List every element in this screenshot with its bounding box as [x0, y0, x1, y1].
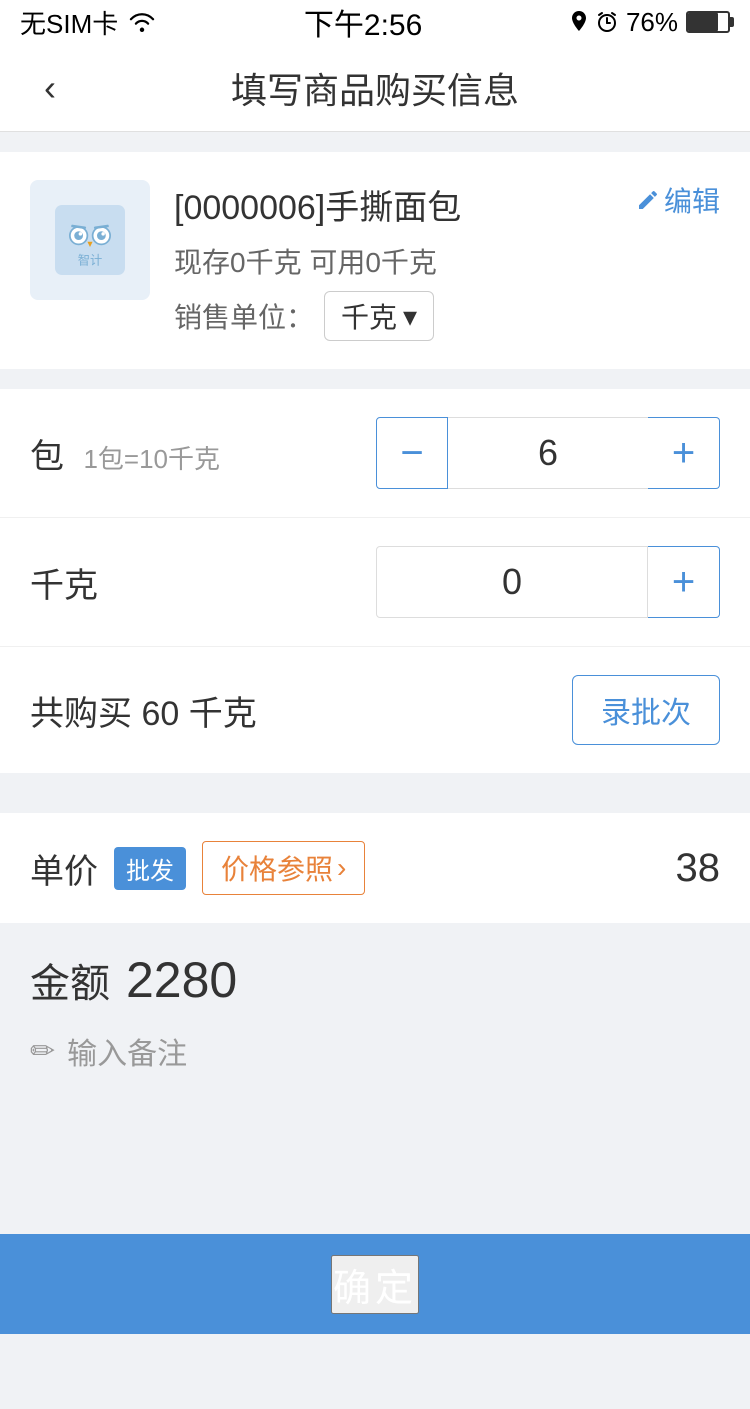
- price-ref-arrow-icon: ›: [337, 852, 346, 884]
- increase-bao-button[interactable]: +: [648, 417, 720, 489]
- product-name: [0000006]手撕面包: [174, 180, 461, 229]
- product-stock: 现存0千克 可用0千克: [174, 241, 720, 281]
- total-label: 共购买 60 千克: [30, 686, 257, 735]
- location-icon: [570, 11, 588, 33]
- product-unit: 销售单位： 千克 ▾: [174, 291, 720, 341]
- increase-kg-button[interactable]: +: [648, 546, 720, 618]
- product-image: 智计: [30, 180, 150, 300]
- quantity-control-bao: − +: [376, 417, 720, 489]
- battery-percent: 76%: [626, 7, 678, 38]
- quantity-hint-bao: 1包=10千克: [83, 444, 220, 474]
- quantity-input-bao[interactable]: [448, 417, 648, 489]
- amount-section: 金额 2280 ✏ 输入备注: [0, 923, 750, 1089]
- quantity-label-kg: 千克: [30, 558, 376, 607]
- nav-bar: ‹ 填写商品购买信息: [0, 44, 750, 132]
- quantity-row-bao: 包 1包=10千克 − +: [0, 389, 750, 518]
- note-placeholder: 输入备注: [67, 1029, 187, 1073]
- divider-2: [0, 773, 750, 793]
- unit-select[interactable]: 千克 ▾: [324, 291, 434, 341]
- edit-icon: [636, 188, 660, 212]
- divider-1: [0, 369, 750, 389]
- quantity-row-kg: 千克 +: [0, 518, 750, 647]
- price-row: 单价 批发 价格参照 › 38: [30, 841, 720, 895]
- amount-value: 2280: [126, 951, 237, 1009]
- status-time: 下午2:56: [304, 0, 422, 44]
- battery-icon: [686, 11, 730, 33]
- total-row: 共购买 60 千克 录批次: [0, 647, 750, 773]
- svg-text:智计: 智计: [78, 253, 103, 268]
- back-button[interactable]: ‹: [28, 66, 72, 110]
- decrease-bao-button[interactable]: −: [376, 417, 448, 489]
- product-card: 智计 [0000006]手撕面包 编辑 现存0千克 可用0千克 销售单位： 千克…: [0, 152, 750, 369]
- confirm-bar: 确定: [0, 1234, 750, 1334]
- record-batch-button[interactable]: 录批次: [572, 675, 720, 745]
- price-ref-button[interactable]: 价格参照 ›: [202, 841, 365, 895]
- confirm-button[interactable]: 确定: [331, 1255, 419, 1314]
- quantity-input-kg[interactable]: [376, 546, 648, 618]
- quantity-control-kg: +: [376, 546, 720, 618]
- price-label: 单价: [30, 844, 98, 893]
- carrier-label: 无SIM卡: [20, 4, 118, 41]
- note-icon: ✏: [30, 1034, 55, 1069]
- price-section: 单价 批发 价格参照 › 38: [0, 813, 750, 923]
- price-tag: 批发: [114, 847, 186, 890]
- status-right: 76%: [570, 7, 730, 38]
- wifi-icon: [128, 12, 156, 32]
- alarm-icon: [596, 11, 618, 33]
- quantity-section: 包 1包=10千克 − + 千克 +: [0, 389, 750, 647]
- edit-button[interactable]: 编辑: [636, 180, 720, 220]
- product-logo: 智计: [55, 205, 125, 275]
- dropdown-arrow-icon: ▾: [403, 300, 417, 333]
- product-info: [0000006]手撕面包 编辑 现存0千克 可用0千克 销售单位： 千克 ▾: [174, 180, 720, 341]
- status-left: 无SIM卡: [20, 4, 156, 41]
- status-bar: 无SIM卡 下午2:56 76%: [0, 0, 750, 44]
- price-value: 38: [676, 846, 721, 891]
- amount-row: 金额 2280: [30, 951, 720, 1009]
- product-header: [0000006]手撕面包 编辑: [174, 180, 720, 229]
- quantity-label-bao: 包 1包=10千克: [30, 429, 376, 478]
- page-title: 填写商品购买信息: [231, 62, 519, 114]
- note-row[interactable]: ✏ 输入备注: [30, 1029, 720, 1073]
- amount-label: 金额: [30, 951, 110, 1009]
